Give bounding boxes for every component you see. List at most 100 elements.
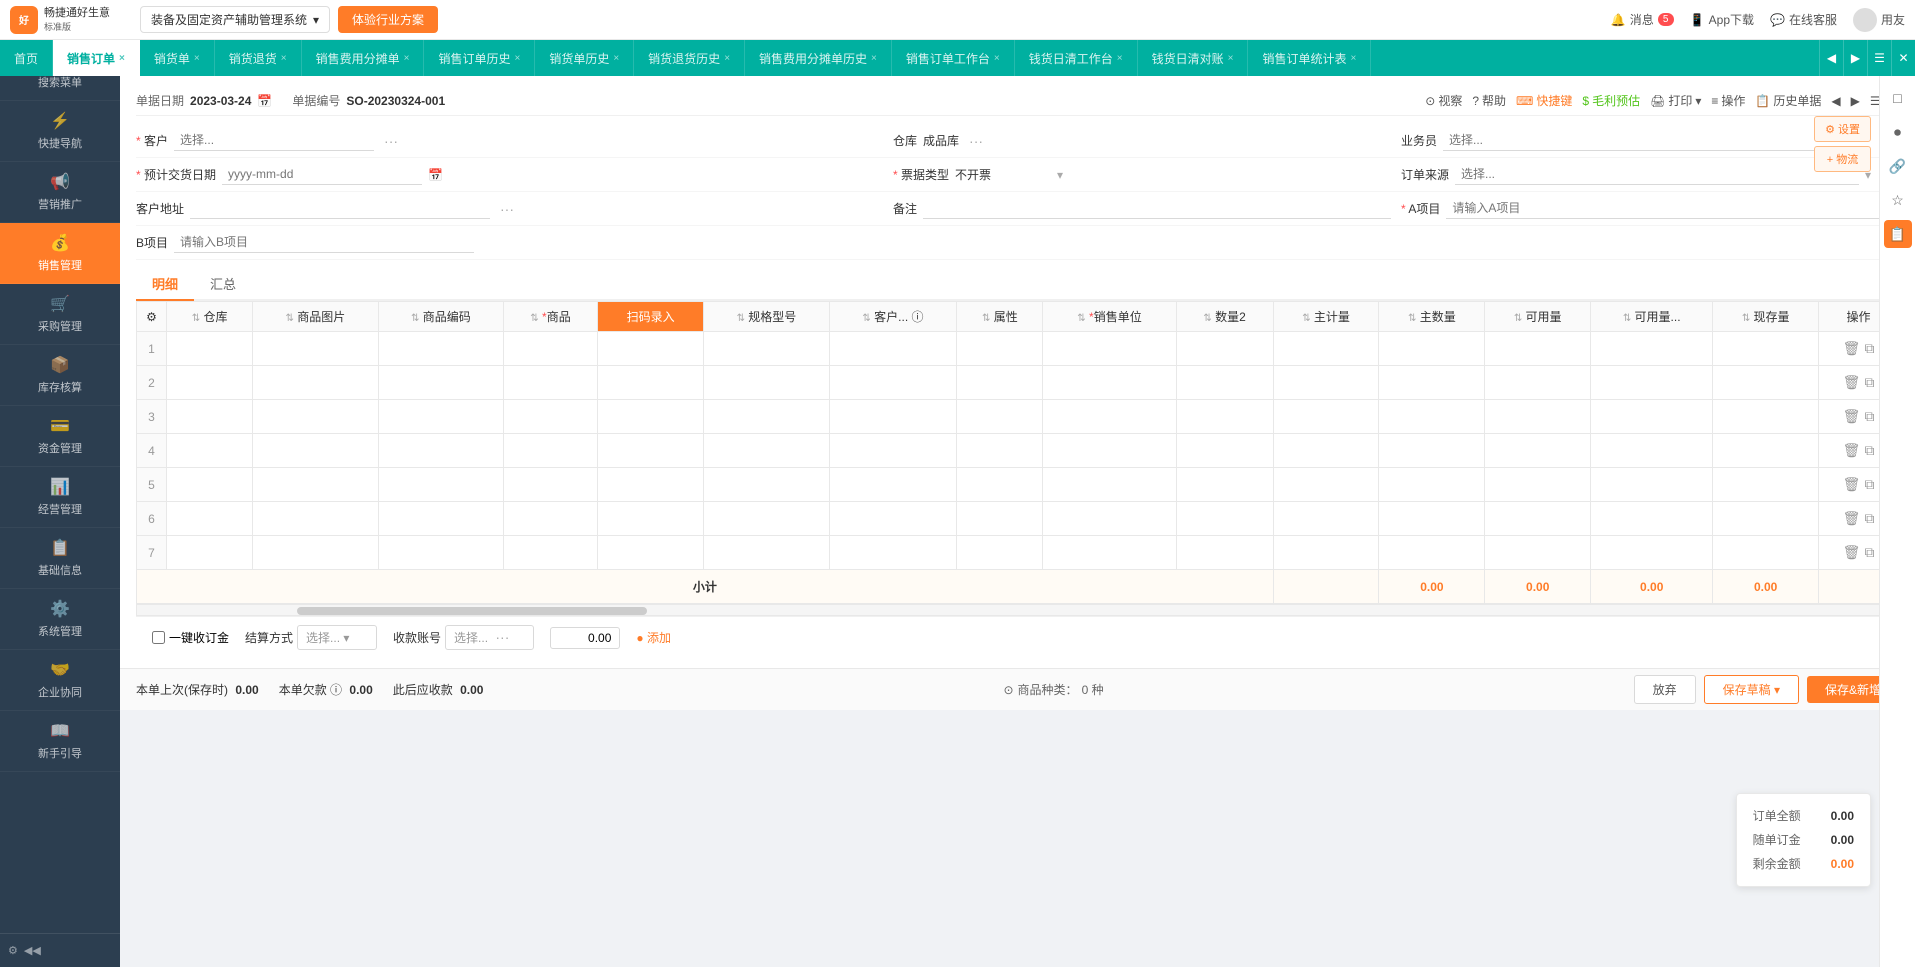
sidebar-item-management[interactable]: 📊 经营管理 (0, 467, 120, 528)
copy-row-button[interactable]: ⧉ (1864, 544, 1874, 561)
sidebar-item-system[interactable]: ⚙️ 系统管理 (0, 589, 120, 650)
order-source-input[interactable] (1455, 164, 1859, 185)
copy-row-button[interactable]: ⧉ (1864, 374, 1874, 391)
copy-row-button[interactable]: ⧉ (1864, 340, 1874, 357)
right-panel-btn-4[interactable]: ☆ (1884, 186, 1912, 214)
row-product[interactable] (504, 366, 598, 400)
copy-row-button[interactable]: ⧉ (1864, 476, 1874, 493)
history-button[interactable]: 📋 历史单据 (1755, 92, 1821, 109)
row-code[interactable] (378, 400, 503, 434)
row-spec[interactable] (704, 536, 829, 570)
row-image[interactable] (253, 366, 378, 400)
row-stock[interactable] (1713, 502, 1819, 536)
row-customer-code[interactable] (829, 502, 957, 536)
row-customer-code[interactable] (829, 366, 957, 400)
row-available2[interactable] (1591, 536, 1713, 570)
close-icon[interactable]: × (1228, 53, 1234, 64)
row-code[interactable] (378, 468, 503, 502)
delete-row-button[interactable]: 🗑 (1843, 510, 1861, 527)
row-qty2[interactable] (1176, 434, 1273, 468)
sidebar-item-inventory[interactable]: 📦 库存核算 (0, 345, 120, 406)
row-warehouse[interactable] (167, 434, 253, 468)
close-icon[interactable]: × (613, 53, 619, 64)
tab-invoice-history[interactable]: 销货单历史 × (535, 40, 634, 76)
copy-row-button[interactable]: ⧉ (1864, 408, 1874, 425)
row-scan[interactable] (597, 502, 703, 536)
tab-summary[interactable]: 汇总 (194, 268, 252, 299)
row-scan[interactable] (597, 536, 703, 570)
row-attr[interactable] (957, 366, 1043, 400)
row-product[interactable] (504, 468, 598, 502)
row-available2[interactable] (1591, 434, 1713, 468)
right-panel-btn-5[interactable]: 📋 (1884, 220, 1912, 248)
row-unit[interactable] (1043, 400, 1176, 434)
row-qty2[interactable] (1176, 536, 1273, 570)
operations-button[interactable]: ≡ 操作 (1711, 92, 1745, 109)
a-project-input[interactable] (1446, 198, 1899, 219)
tab-detail[interactable]: 明细 (136, 268, 194, 301)
warehouse-more-button[interactable]: ··· (965, 133, 987, 149)
one-click-checkbox-input[interactable] (152, 631, 165, 644)
row-attr[interactable] (957, 332, 1043, 366)
row-image[interactable] (253, 434, 378, 468)
row-code[interactable] (378, 332, 503, 366)
row-main-unit[interactable] (1273, 502, 1379, 536)
row-unit[interactable] (1043, 468, 1176, 502)
close-icon[interactable]: × (1117, 53, 1123, 64)
row-customer-code[interactable] (829, 434, 957, 468)
tab-sales-order[interactable]: 销售订单 × (53, 40, 140, 76)
account-more-button[interactable]: ··· (491, 629, 513, 645)
amount-input[interactable] (550, 627, 620, 649)
delete-row-button[interactable]: 🗑 (1843, 374, 1861, 391)
row-spec[interactable] (704, 366, 829, 400)
help-button[interactable]: ? 帮助 (1472, 92, 1506, 109)
sidebar-item-quick-nav[interactable]: ⚡ 快捷导航 (0, 101, 120, 162)
tab-next-button[interactable]: ▶ (1843, 40, 1867, 76)
right-panel-btn-3[interactable]: 🔗 (1884, 152, 1912, 180)
row-spec[interactable] (704, 434, 829, 468)
tab-close-all-button[interactable]: ✕ (1891, 40, 1915, 76)
system-selector[interactable]: 装备及固定资产辅助管理系统 ▾ (140, 6, 330, 33)
row-code[interactable] (378, 434, 503, 468)
messages-button[interactable]: 🔔 消息 5 (1611, 11, 1674, 28)
delete-row-button[interactable]: 🗑 (1843, 442, 1861, 459)
row-available2[interactable] (1591, 502, 1713, 536)
sidebar-item-sales[interactable]: 💰 销售管理 (0, 223, 120, 284)
row-customer-code[interactable] (829, 332, 957, 366)
discard-button[interactable]: 放弃 (1634, 675, 1696, 704)
row-image[interactable] (253, 400, 378, 434)
calendar2-icon[interactable]: 📅 (428, 168, 443, 182)
row-scan[interactable] (597, 400, 703, 434)
row-available2[interactable] (1591, 332, 1713, 366)
row-warehouse[interactable] (167, 366, 253, 400)
sidebar-item-enterprise[interactable]: 🤝 企业协同 (0, 650, 120, 711)
row-warehouse[interactable] (167, 400, 253, 434)
row-stock[interactable] (1713, 400, 1819, 434)
row-warehouse[interactable] (167, 536, 253, 570)
row-scan[interactable] (597, 366, 703, 400)
row-code[interactable] (378, 536, 503, 570)
close-icon[interactable]: × (119, 53, 125, 64)
row-unit[interactable] (1043, 366, 1176, 400)
logistics-button[interactable]: + 物流 (1814, 146, 1871, 172)
row-available[interactable] (1485, 366, 1591, 400)
row-main-qty[interactable] (1379, 434, 1485, 468)
row-warehouse[interactable] (167, 468, 253, 502)
sidebar-item-finance[interactable]: 💳 资金管理 (0, 406, 120, 467)
tab-home[interactable]: 首页 (0, 40, 53, 76)
row-available[interactable] (1485, 502, 1591, 536)
row-stock[interactable] (1713, 434, 1819, 468)
row-unit[interactable] (1043, 434, 1176, 468)
row-available2[interactable] (1591, 468, 1713, 502)
row-qty2[interactable] (1176, 366, 1273, 400)
row-unit[interactable] (1043, 536, 1176, 570)
row-customer-code[interactable] (829, 400, 957, 434)
settings-icon[interactable]: ⚙ (8, 944, 18, 957)
row-customer-code[interactable] (829, 468, 957, 502)
tab-cash-reconcile[interactable]: 钱货日清对账 × (1138, 40, 1249, 76)
payment-method-select[interactable]: 选择... ▾ (297, 625, 377, 650)
row-main-unit[interactable] (1273, 366, 1379, 400)
remark-input[interactable] (923, 198, 1391, 219)
address-input[interactable] (190, 198, 490, 219)
delete-row-button[interactable]: 🗑 (1843, 408, 1861, 425)
